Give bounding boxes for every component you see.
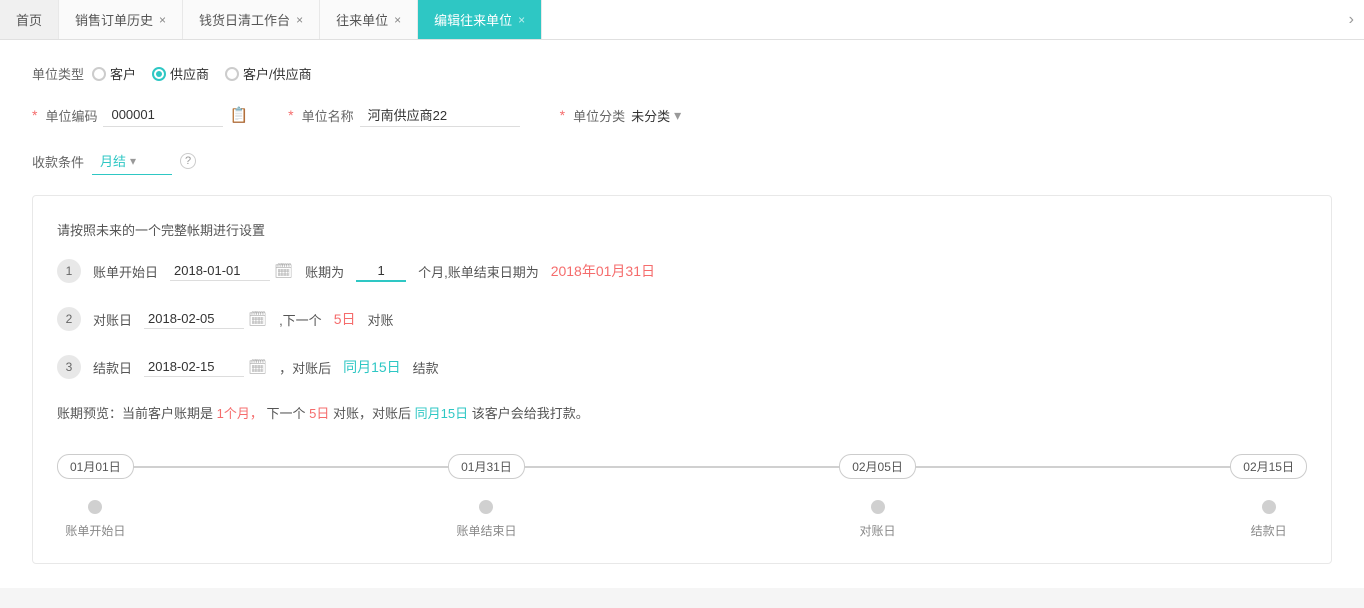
close-cash-work-icon[interactable]: ×	[296, 13, 303, 27]
timeline-node-1: 01月31日 账单结束日	[448, 454, 525, 539]
unit-name-label: 单位名称	[302, 106, 354, 125]
tab-edit-partner[interactable]: 编辑往来单位 ×	[418, 0, 542, 39]
timeline-label-2: 对账日	[860, 522, 896, 539]
unit-code-input[interactable]	[103, 103, 223, 127]
date-input-2[interactable]	[144, 309, 244, 329]
timeline-date-3: 02月15日	[1230, 454, 1307, 479]
timeline-node-0: 01月01日 账单开始日	[57, 454, 134, 539]
period-label-3: 结款日	[93, 358, 132, 377]
close-sales-history-icon[interactable]: ×	[159, 13, 166, 27]
preview-period: 1个月，	[217, 406, 263, 421]
period-label-1: 账单开始日	[93, 262, 158, 281]
unit-classify-select[interactable]: 未分类 ▾	[631, 106, 681, 125]
period-num-1: 1	[57, 259, 81, 283]
tab-home[interactable]: 首页	[0, 0, 59, 39]
timeline-label-0: 账单开始日	[65, 522, 125, 539]
main-content: 单位类型 客户 供应商 客户/供应商 * 单位编码 📋 *	[0, 40, 1364, 588]
copy-icon[interactable]: 📋	[229, 106, 248, 124]
help-icon[interactable]: ?	[180, 153, 196, 169]
period-suffix-2b: 对账	[367, 310, 393, 329]
period-suffix-2a: ,下一个	[279, 310, 322, 329]
period-highlight-3: 同月15日	[343, 357, 401, 377]
period-row-3: 3 结款日 🗓 ，对账后 同月15日 结款	[57, 355, 1307, 379]
timeline-label-3: 结款日	[1251, 522, 1287, 539]
radio-both[interactable]: 客户/供应商	[225, 64, 312, 83]
payment-cond-row: 收款条件 月结 ▾ ?	[32, 147, 1332, 175]
radio-customer-circle	[92, 67, 106, 81]
tab-cash-work[interactable]: 钱货日清工作台 ×	[183, 0, 320, 39]
preview-label: 账期预览：当前客户账期是	[57, 406, 213, 421]
period-panel: 请按照未来的一个完整帐期进行设置 1 账单开始日 🗓 账期为 个月,账单结束日期…	[32, 195, 1332, 564]
timeline-circle-2	[871, 500, 885, 514]
radio-both-circle	[225, 67, 239, 81]
tab-bar: 首页 销售订单历史 × 钱货日清工作台 × 往来单位 × 编辑往来单位 × ›	[0, 0, 1364, 40]
unit-type-row: 单位类型 客户 供应商 客户/供应商	[32, 64, 1332, 83]
date-input-1[interactable]	[170, 261, 270, 281]
unit-classify-arrow-icon: ▾	[674, 107, 681, 124]
close-partner-icon[interactable]: ×	[394, 13, 401, 27]
timeline: 01月01日 账单开始日 01月31日 账单结束日 02月05日 对账日 02月…	[57, 446, 1307, 539]
unit-fields-row: * 单位编码 📋 * 单位名称 * 单位分类 未分类 ▾	[32, 103, 1332, 127]
calendar-icon-1[interactable]: 🗓	[274, 262, 293, 280]
date-field-3: 🗓	[144, 357, 267, 377]
preview-text: 账期预览：当前客户账期是 1个月， 下一个 5日 对账，对账后 同月15日 该客…	[57, 403, 1307, 422]
date-input-3[interactable]	[144, 357, 244, 377]
unit-name-star: *	[288, 107, 293, 123]
preview-middle: 下一个	[267, 406, 306, 421]
unit-classify-group: * 单位分类 未分类 ▾	[560, 106, 682, 125]
period-suffix-3b: 结款	[413, 358, 439, 377]
period-suffix-1b: 个月,账单结束日期为	[418, 262, 539, 281]
period-label-2: 对账日	[93, 310, 132, 329]
close-edit-partner-icon[interactable]: ×	[518, 13, 525, 27]
timeline-node-3: 02月15日 结款日	[1230, 454, 1307, 539]
date-field-2: 🗓	[144, 309, 267, 329]
unit-classify-label: 单位分类	[573, 106, 625, 125]
preview-middle2: 对账，对账后	[333, 406, 411, 421]
timeline-date-1: 01月31日	[448, 454, 525, 479]
unit-classify-star: *	[560, 107, 565, 123]
calendar-icon-2[interactable]: 🗓	[248, 310, 267, 328]
unit-classify-value: 未分类	[631, 106, 670, 125]
period-num-2: 2	[57, 307, 81, 331]
radio-supplier[interactable]: 供应商	[152, 64, 209, 83]
timeline-nodes: 01月01日 账单开始日 01月31日 账单结束日 02月05日 对账日 02月…	[57, 454, 1307, 539]
months-input[interactable]	[356, 261, 406, 282]
payment-cond-select[interactable]: 月结 ▾	[92, 147, 172, 175]
timeline-circle-0	[88, 500, 102, 514]
preview-date2: 同月15日	[415, 406, 468, 421]
radio-supplier-circle	[152, 67, 166, 81]
date-field-1: 🗓	[170, 261, 293, 281]
preview-date1: 5日	[309, 406, 329, 421]
timeline-node-2: 02月05日 对账日	[839, 454, 916, 539]
payment-cond-arrow-icon: ▾	[130, 154, 136, 168]
timeline-circle-1	[479, 500, 493, 514]
unit-code-group: * 单位编码 📋	[32, 103, 248, 127]
unit-type-label: 单位类型	[32, 64, 84, 83]
unit-code-star: *	[32, 107, 37, 123]
period-suffix-3a: ，对账后	[279, 358, 331, 377]
payment-cond-value: 月结	[100, 151, 126, 170]
period-row-2: 2 对账日 🗓 ,下一个 5日 对账	[57, 307, 1307, 331]
timeline-circle-3	[1262, 500, 1276, 514]
tab-sales-history[interactable]: 销售订单历史 ×	[59, 0, 183, 39]
tab-partner[interactable]: 往来单位 ×	[320, 0, 418, 39]
period-num-3: 3	[57, 355, 81, 379]
unit-code-label: 单位编码	[45, 106, 97, 125]
radio-customer[interactable]: 客户	[92, 64, 136, 83]
payment-cond-label: 收款条件	[32, 152, 84, 171]
unit-name-group: * 单位名称	[288, 103, 519, 127]
period-row-1: 1 账单开始日 🗓 账期为 个月,账单结束日期为 2018年01月31日	[57, 259, 1307, 283]
preview-end: 该客户会给我打款。	[472, 406, 589, 421]
unit-type-radio-group: 客户 供应商 客户/供应商	[92, 64, 312, 83]
period-highlight-2: 5日	[334, 309, 356, 329]
period-end-date: 2018年01月31日	[551, 261, 655, 281]
panel-desc: 请按照未来的一个完整帐期进行设置	[57, 220, 1307, 239]
period-suffix-1a: 账期为	[305, 262, 344, 281]
timeline-label-1: 账单结束日	[456, 522, 516, 539]
timeline-date-2: 02月05日	[839, 454, 916, 479]
calendar-icon-3[interactable]: 🗓	[248, 358, 267, 376]
unit-name-input[interactable]	[360, 103, 520, 127]
timeline-date-0: 01月01日	[57, 454, 134, 479]
tab-arrow-icon[interactable]: ›	[1339, 0, 1364, 39]
